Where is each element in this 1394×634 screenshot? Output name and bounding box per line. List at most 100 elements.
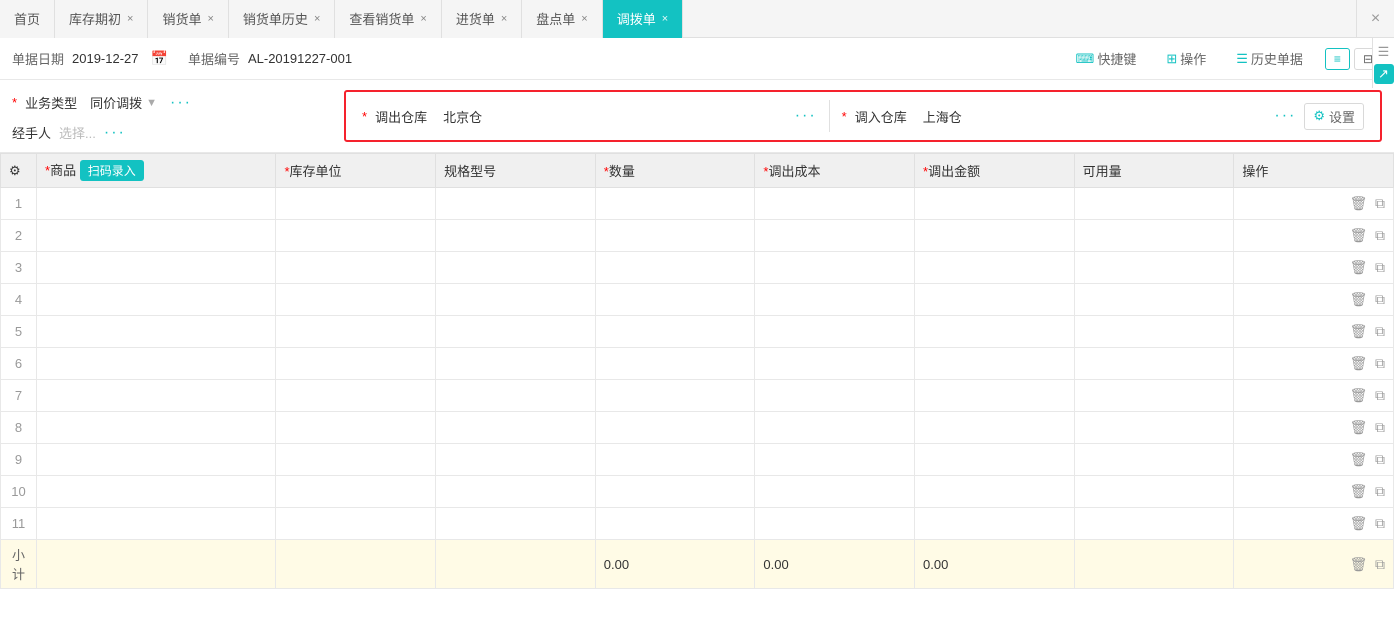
qty-cell[interactable]: [595, 508, 755, 540]
amount-cell[interactable]: [915, 188, 1075, 220]
avail-cell[interactable]: [1074, 412, 1234, 444]
avail-cell[interactable]: [1074, 284, 1234, 316]
cost-cell[interactable]: [755, 348, 915, 380]
copy-icon[interactable]: ⧉: [1375, 451, 1385, 467]
tab-sales-order-close[interactable]: ×: [207, 13, 213, 25]
tab-inventory-init-close[interactable]: ×: [127, 13, 133, 25]
delete-icon[interactable]: 🗑: [1350, 419, 1368, 435]
spec-cell[interactable]: [436, 508, 596, 540]
unit-cell[interactable]: [276, 252, 436, 284]
delete-icon[interactable]: 🗑: [1350, 323, 1368, 339]
qty-cell[interactable]: [595, 252, 755, 284]
tab-purchase-order-close[interactable]: ×: [501, 13, 507, 25]
business-type-select[interactable]: 同价调拨 ▼: [85, 90, 162, 115]
delete-icon[interactable]: 🗑: [1350, 227, 1368, 243]
amount-cell[interactable]: [915, 508, 1075, 540]
qty-cell[interactable]: [595, 412, 755, 444]
product-cell[interactable]: [37, 348, 276, 380]
avail-cell[interactable]: [1074, 316, 1234, 348]
spec-cell[interactable]: [436, 316, 596, 348]
tab-sales-history-close[interactable]: ×: [314, 13, 320, 25]
delete-icon[interactable]: 🗑: [1350, 195, 1368, 211]
tab-sales-history[interactable]: 销货单历史 ×: [229, 0, 335, 38]
cost-cell[interactable]: [755, 252, 915, 284]
copy-icon[interactable]: ⧉: [1375, 419, 1385, 435]
tab-stocktake-close[interactable]: ×: [581, 13, 587, 25]
cost-cell[interactable]: [755, 444, 915, 476]
delete-icon[interactable]: 🗑: [1350, 483, 1368, 499]
settings-button[interactable]: ⚙ 设置: [1304, 103, 1364, 130]
unit-cell[interactable]: [276, 220, 436, 252]
spec-cell[interactable]: [436, 284, 596, 316]
copy-icon[interactable]: ⧉: [1375, 195, 1385, 211]
product-cell[interactable]: [37, 220, 276, 252]
spec-cell[interactable]: [436, 252, 596, 284]
unit-cell[interactable]: [276, 508, 436, 540]
delete-icon[interactable]: 🗑: [1350, 291, 1368, 307]
copy-icon[interactable]: ⧉: [1375, 387, 1385, 403]
tab-transfer[interactable]: 调拨单 ×: [603, 0, 683, 38]
unit-cell[interactable]: [276, 380, 436, 412]
list-view-button[interactable]: ≡: [1325, 48, 1350, 70]
copy-icon[interactable]: ⧉: [1375, 355, 1385, 371]
product-cell[interactable]: [37, 316, 276, 348]
delete-icon[interactable]: 🗑: [1350, 515, 1368, 531]
spec-cell[interactable]: [436, 476, 596, 508]
avail-cell[interactable]: [1074, 508, 1234, 540]
cost-cell[interactable]: [755, 508, 915, 540]
copy-icon[interactable]: ⧉: [1375, 291, 1385, 307]
amount-cell[interactable]: [915, 220, 1075, 252]
avail-cell[interactable]: [1074, 348, 1234, 380]
unit-cell[interactable]: [276, 348, 436, 380]
amount-cell[interactable]: [915, 316, 1075, 348]
amount-cell[interactable]: [915, 348, 1075, 380]
calendar-icon[interactable]: 📅: [151, 50, 168, 67]
amount-cell[interactable]: [915, 252, 1075, 284]
handler-more[interactable]: ···: [104, 124, 126, 142]
cost-cell[interactable]: [755, 284, 915, 316]
unit-cell[interactable]: [276, 188, 436, 220]
tab-view-sales-close[interactable]: ×: [420, 13, 426, 25]
tab-home[interactable]: 首页: [0, 0, 55, 38]
operations-button[interactable]: ⊞ 操作: [1158, 46, 1214, 71]
cost-cell[interactable]: [755, 188, 915, 220]
qty-cell[interactable]: [595, 476, 755, 508]
product-cell[interactable]: [37, 508, 276, 540]
copy-icon[interactable]: ⧉: [1375, 259, 1385, 275]
amount-cell[interactable]: [915, 412, 1075, 444]
amount-cell[interactable]: [915, 380, 1075, 412]
avail-cell[interactable]: [1074, 188, 1234, 220]
copy-icon[interactable]: ⧉: [1375, 227, 1385, 243]
sidebar-export-icon[interactable]: ↗: [1374, 64, 1394, 84]
product-cell[interactable]: [37, 412, 276, 444]
history-button[interactable]: ☰ 历史单据: [1228, 46, 1311, 71]
cost-cell[interactable]: [755, 220, 915, 252]
avail-cell[interactable]: [1074, 444, 1234, 476]
avail-cell[interactable]: [1074, 380, 1234, 412]
delete-icon[interactable]: 🗑: [1350, 355, 1368, 371]
sidebar-list-icon[interactable]: ☰: [1374, 42, 1394, 62]
product-cell[interactable]: [37, 188, 276, 220]
tab-view-sales[interactable]: 查看销货单 ×: [335, 0, 441, 38]
avail-cell[interactable]: [1074, 220, 1234, 252]
product-cell[interactable]: [37, 284, 276, 316]
avail-cell[interactable]: [1074, 252, 1234, 284]
delete-icon[interactable]: 🗑: [1350, 451, 1368, 467]
unit-cell[interactable]: [276, 316, 436, 348]
tab-stocktake[interactable]: 盘点单 ×: [522, 0, 602, 38]
copy-icon[interactable]: ⧉: [1375, 515, 1385, 531]
subtotal-copy-icon[interactable]: ⧉: [1375, 556, 1385, 572]
amount-cell[interactable]: [915, 476, 1075, 508]
spec-cell[interactable]: [436, 188, 596, 220]
copy-icon[interactable]: ⧉: [1375, 483, 1385, 499]
spec-cell[interactable]: [436, 412, 596, 444]
tab-purchase-order[interactable]: 进货单 ×: [442, 0, 522, 38]
handler-select[interactable]: 选择...: [59, 123, 96, 142]
unit-cell[interactable]: [276, 444, 436, 476]
tab-transfer-close[interactable]: ×: [662, 13, 668, 25]
qty-cell[interactable]: [595, 188, 755, 220]
subtotal-delete-icon[interactable]: 🗑: [1350, 556, 1368, 572]
warehouse-out-more[interactable]: ···: [795, 107, 817, 125]
tab-inventory-init[interactable]: 库存期初 ×: [55, 0, 148, 38]
qty-cell[interactable]: [595, 220, 755, 252]
